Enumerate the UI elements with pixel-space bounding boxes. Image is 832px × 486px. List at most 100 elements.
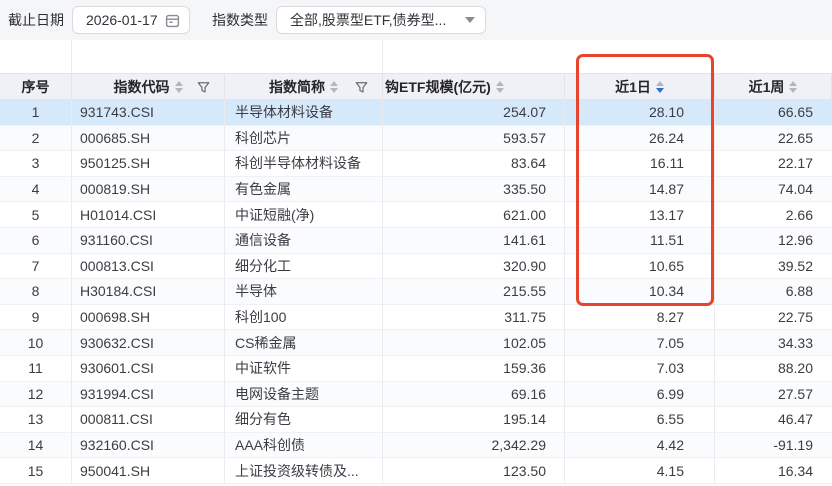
cell-name: 细分有色 (225, 407, 383, 433)
header-1day[interactable]: 近1日 (565, 74, 715, 100)
cell-name: 通信设备 (225, 228, 383, 254)
cell-1day: 10.65 (565, 254, 715, 280)
cell-name: 细分化工 (225, 254, 383, 280)
date-value: 2026-01-17 (86, 12, 165, 28)
table-row[interactable]: 1 931743.CSI 半导体材料设备 254.07 28.10 66.65 (0, 100, 832, 126)
cell-1week: 16.34 (715, 458, 832, 484)
cell-seq: 15 (0, 458, 72, 484)
cell-seq: 8 (0, 279, 72, 305)
table-row[interactable]: 6 931160.CSI 通信设备 141.61 11.51 12.96 (0, 228, 832, 254)
cell-code: 000819.SH (72, 177, 225, 203)
index-type-value: 全部,股票型ETF,债券型... (290, 10, 459, 30)
cell-name: 中证软件 (225, 356, 383, 382)
table-row[interactable]: 7 000813.CSI 细分化工 320.90 10.65 39.52 (0, 254, 832, 280)
cell-1week: 66.65 (715, 100, 832, 126)
cell-1day: 11.51 (565, 228, 715, 254)
cell-name: 电网设备主题 (225, 382, 383, 408)
cell-name: 半导体材料设备 (225, 100, 383, 126)
table-row[interactable]: 13 000811.CSI 细分有色 195.14 6.55 46.47 (0, 407, 832, 433)
cell-scale: 311.75 (383, 305, 565, 331)
header-code[interactable]: 指数代码 (72, 74, 225, 100)
cell-1week: 88.20 (715, 356, 832, 382)
cell-scale: 123.50 (383, 458, 565, 484)
cell-seq: 12 (0, 382, 72, 408)
cell-seq: 10 (0, 330, 72, 356)
cell-code: 931743.CSI (72, 100, 225, 126)
cell-1week: 2.66 (715, 202, 832, 228)
filter-funnel-icon-name[interactable] (355, 81, 368, 94)
table-row[interactable]: 11 930601.CSI 中证软件 159.36 7.03 88.20 (0, 356, 832, 382)
cell-code: 932160.CSI (72, 433, 225, 459)
cell-code: 000698.SH (72, 305, 225, 331)
table-row[interactable]: 12 931994.CSI 电网设备主题 69.16 6.99 27.57 (0, 382, 832, 408)
cell-name: 中证短融(净) (225, 202, 383, 228)
cell-name: 上证投资级转债及... (225, 458, 383, 484)
header-seq: 序号 (0, 74, 72, 100)
table-row[interactable]: 3 950125.SH 科创半导体材料设备 83.64 16.11 22.17 (0, 151, 832, 177)
header-name[interactable]: 指数简称 (225, 74, 383, 100)
cell-scale: 254.07 (383, 100, 565, 126)
table-row[interactable]: 10 930632.CSI CS稀金属 102.05 7.05 34.33 (0, 330, 832, 356)
table-row[interactable]: 4 000819.SH 有色金属 335.50 14.87 74.04 (0, 177, 832, 203)
cell-1week: 6.88 (715, 279, 832, 305)
cell-code: 000813.CSI (72, 254, 225, 280)
sort-icon-1week[interactable] (789, 81, 797, 93)
cell-name: 科创100 (225, 305, 383, 331)
table-row[interactable]: 2 000685.SH 科创芯片 593.57 26.24 22.65 (0, 126, 832, 152)
cell-seq: 13 (0, 407, 72, 433)
cell-1week: -91.19 (715, 433, 832, 459)
table-top-strip (0, 40, 832, 73)
table-row[interactable]: 15 950041.SH 上证投资级转债及... 123.50 4.15 16.… (0, 458, 832, 484)
table-body: 1 931743.CSI 半导体材料设备 254.07 28.10 66.65 … (0, 100, 832, 484)
cell-1week: 39.52 (715, 254, 832, 280)
cell-code: 931994.CSI (72, 382, 225, 408)
index-type-select[interactable]: 全部,股票型ETF,债券型... (276, 6, 486, 34)
cell-seq: 14 (0, 433, 72, 459)
cell-scale: 215.55 (383, 279, 565, 305)
cell-1day: 28.10 (565, 100, 715, 126)
cell-seq: 2 (0, 126, 72, 152)
date-picker-input[interactable]: 2026-01-17 (72, 6, 190, 34)
cell-1day: 26.24 (565, 126, 715, 152)
table-header-row: 序号 指数代码 指数简称 钩ETF规模(亿元) 近1日 近1周 (0, 73, 832, 100)
cell-code: 000811.CSI (72, 407, 225, 433)
header-1week[interactable]: 近1周 (715, 74, 832, 100)
cell-1week: 74.04 (715, 177, 832, 203)
cell-1day: 4.42 (565, 433, 715, 459)
sort-icon-name[interactable] (330, 81, 338, 93)
cell-seq: 3 (0, 151, 72, 177)
cell-1day: 14.87 (565, 177, 715, 203)
sort-icon-scale[interactable] (496, 81, 504, 93)
header-etf-scale[interactable]: 钩ETF规模(亿元) (383, 74, 565, 100)
cell-1week: 22.17 (715, 151, 832, 177)
cell-scale: 159.36 (383, 356, 565, 382)
cell-1day: 6.55 (565, 407, 715, 433)
cell-seq: 5 (0, 202, 72, 228)
table-row[interactable]: 8 H30184.CSI 半导体 215.55 10.34 6.88 (0, 279, 832, 305)
chevron-down-icon (465, 17, 475, 23)
table-row[interactable]: 5 H01014.CSI 中证短融(净) 621.00 13.17 2.66 (0, 202, 832, 228)
cell-scale: 593.57 (383, 126, 565, 152)
table-row[interactable]: 14 932160.CSI AAA科创债 2,342.29 4.42 -91.1… (0, 433, 832, 459)
cell-1week: 27.57 (715, 382, 832, 408)
calendar-icon[interactable] (165, 13, 180, 28)
cell-code: 950125.SH (72, 151, 225, 177)
cell-scale: 621.00 (383, 202, 565, 228)
sort-icon-code[interactable] (175, 81, 183, 93)
cell-seq: 4 (0, 177, 72, 203)
cell-name: 科创芯片 (225, 126, 383, 152)
cell-name: 半导体 (225, 279, 383, 305)
cell-1day: 13.17 (565, 202, 715, 228)
cell-scale: 83.64 (383, 151, 565, 177)
sort-icon-1day[interactable] (656, 81, 664, 93)
cell-seq: 6 (0, 228, 72, 254)
cell-scale: 102.05 (383, 330, 565, 356)
cell-code: 950041.SH (72, 458, 225, 484)
table-row[interactable]: 9 000698.SH 科创100 311.75 8.27 22.75 (0, 305, 832, 331)
filter-funnel-icon-code[interactable] (197, 81, 210, 94)
cell-1week: 22.75 (715, 305, 832, 331)
index-table: 序号 指数代码 指数简称 钩ETF规模(亿元) 近1日 近1周 (0, 40, 832, 486)
cell-seq: 1 (0, 100, 72, 126)
cell-code: H01014.CSI (72, 202, 225, 228)
index-type-label: 指数类型 (212, 10, 268, 30)
